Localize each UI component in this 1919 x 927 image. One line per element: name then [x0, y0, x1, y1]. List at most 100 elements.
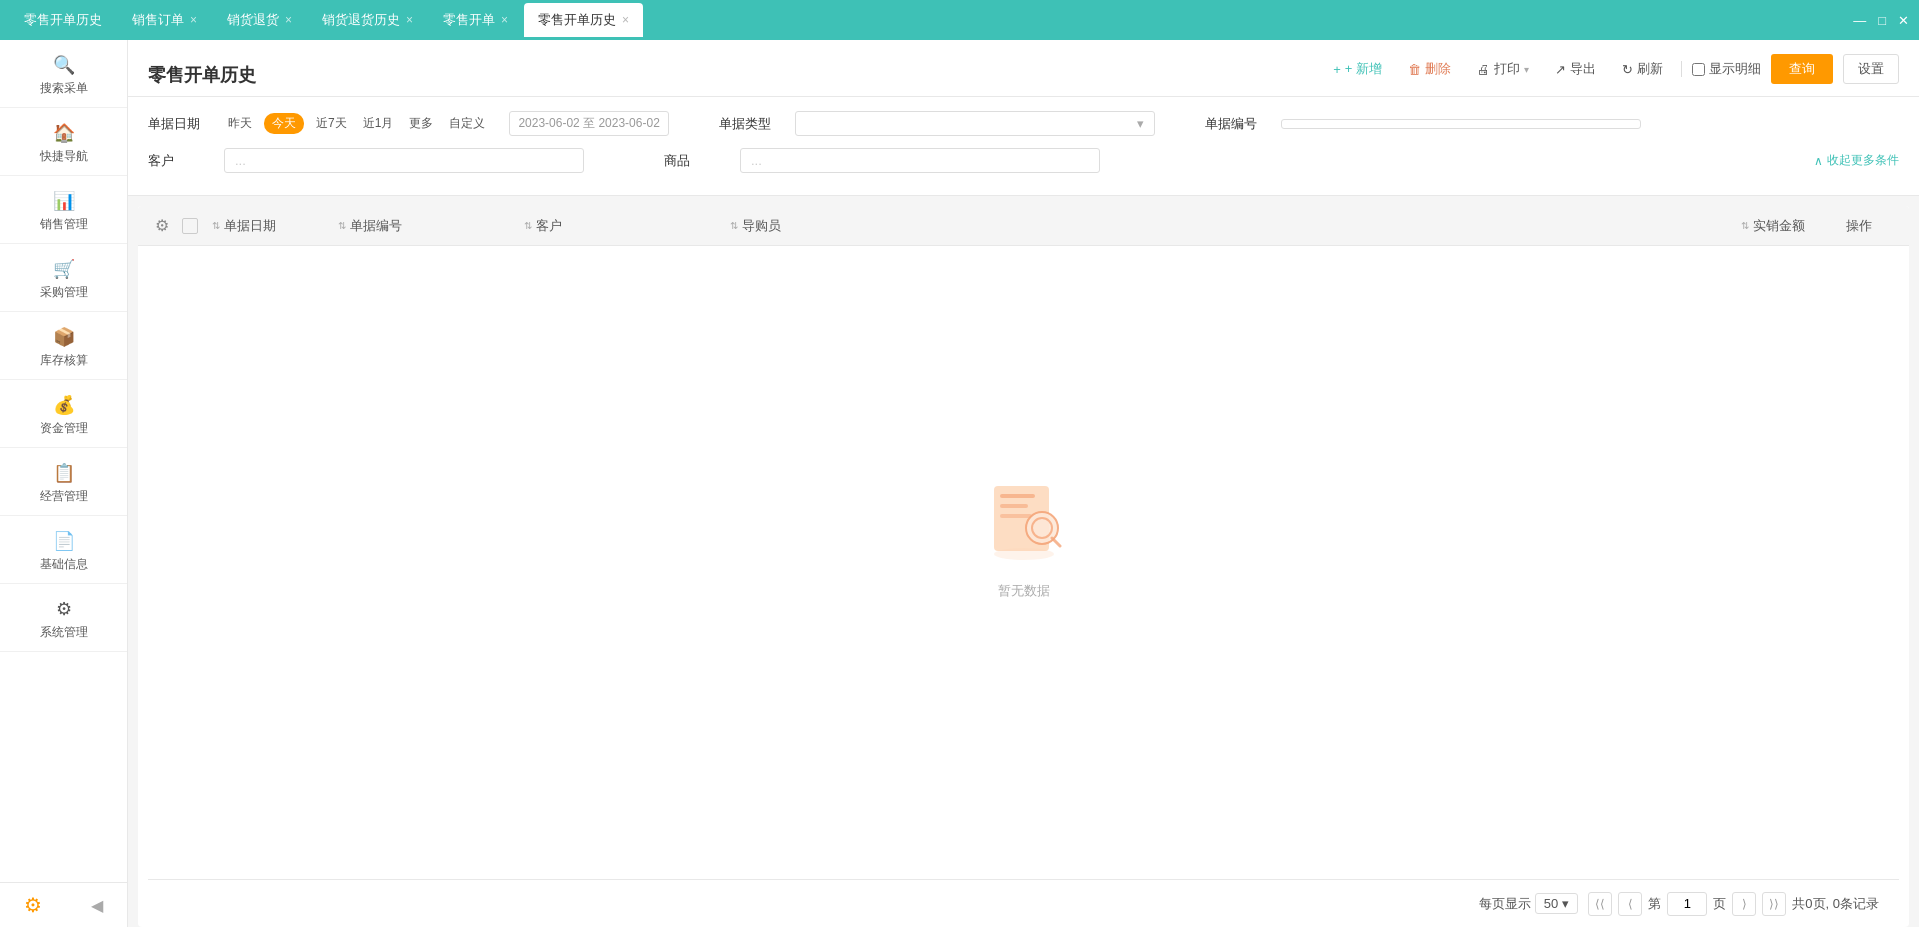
num-input[interactable]: [1281, 119, 1641, 129]
date-range-input[interactable]: 2023-06-02 至 2023-06-02: [509, 111, 668, 136]
purchase-icon: 🛒: [53, 258, 75, 280]
collapse-button[interactable]: ∧ 收起更多条件: [1814, 152, 1899, 169]
th-amount-label: 实销金额: [1753, 217, 1805, 235]
display-detail-toggle[interactable]: 显示明细: [1692, 60, 1761, 78]
th-customer[interactable]: ⇅ 客户: [516, 217, 716, 235]
empty-text: 暂无数据: [998, 582, 1050, 600]
date-label: 单据日期: [148, 115, 204, 133]
sidebar-item-system-label: 系统管理: [40, 624, 88, 641]
select-all-checkbox[interactable]: [182, 218, 198, 234]
print-button[interactable]: 🖨 打印 ▾: [1469, 56, 1537, 82]
sidebar-item-finance[interactable]: 💰 资金管理: [0, 380, 127, 448]
svg-line-7: [1052, 538, 1060, 546]
sidebar-item-inventory[interactable]: 📦 库存核算: [0, 312, 127, 380]
tab-retail[interactable]: 零售开单 ×: [429, 3, 522, 37]
setting-button[interactable]: 设置: [1843, 54, 1899, 84]
svg-rect-2: [1000, 494, 1035, 498]
tab-bar: 零售开单历史 销售订单 × 销货退货 × 销货退货历史 × 零售开单 × 零售开…: [10, 3, 1853, 37]
sort-icon-num: ⇅: [338, 220, 346, 231]
tab-return-close[interactable]: ×: [285, 13, 292, 27]
tab-sales-order-close[interactable]: ×: [190, 13, 197, 27]
tab-sales-order[interactable]: 销售订单 ×: [118, 3, 211, 37]
column-settings-button[interactable]: ⚙: [148, 212, 176, 240]
svg-rect-4: [1000, 514, 1032, 518]
sidebar-collapse-icon[interactable]: ◀: [91, 896, 103, 915]
date-option-today[interactable]: 今天: [264, 113, 304, 134]
close-button[interactable]: ✕: [1898, 13, 1909, 28]
table-wrapper: ⚙ ⇅ 单据日期 ⇅ 单据编号 ⇅ 客户 ⇅ 导购员: [138, 206, 1909, 927]
tab-return[interactable]: 销货退货 ×: [213, 3, 306, 37]
page-label-prefix: 第: [1648, 895, 1661, 913]
date-option-more[interactable]: 更多: [405, 113, 437, 134]
display-detail-label: 显示明细: [1709, 60, 1761, 78]
sidebar-item-system[interactable]: ⚙ 系统管理: [0, 584, 127, 652]
toolbar-divider: [1681, 61, 1682, 77]
th-date[interactable]: ⇅ 单据日期: [204, 217, 324, 235]
per-page-label: 每页显示: [1479, 895, 1531, 913]
print-icon: 🖨: [1477, 62, 1490, 77]
next-page-button[interactable]: ⟩: [1732, 892, 1756, 916]
sidebar-item-sales[interactable]: 📊 销售管理: [0, 176, 127, 244]
maximize-button[interactable]: □: [1878, 13, 1886, 28]
total-info: 共0页, 0条记录: [1792, 895, 1879, 913]
first-page-button[interactable]: ⟨⟨: [1588, 892, 1612, 916]
filter-row-2: 客户 ... 商品 ... ∧ 收起更多条件: [148, 148, 1899, 173]
sidebar-item-nav[interactable]: 🏠 快捷导航: [0, 108, 127, 176]
type-label: 单据类型: [719, 115, 775, 133]
sidebar-item-search-label: 搜索采单: [40, 80, 88, 97]
th-amount[interactable]: ⇅ 实销金额: [1693, 217, 1813, 235]
sort-icon: ⇅: [212, 220, 220, 231]
tab-sales-order-label: 销售订单: [132, 11, 184, 29]
refresh-label: 刷新: [1637, 60, 1663, 78]
tab-retail-history-close[interactable]: ×: [622, 13, 629, 27]
tab-return-history-close[interactable]: ×: [406, 13, 413, 27]
add-icon: +: [1333, 62, 1341, 77]
delete-label: 删除: [1425, 60, 1451, 78]
type-select[interactable]: ▾: [795, 111, 1155, 136]
last-page-button[interactable]: ⟩⟩: [1762, 892, 1786, 916]
goods-input[interactable]: ...: [740, 148, 1100, 173]
sidebar-item-search[interactable]: 🔍 搜索采单: [0, 40, 127, 108]
current-page-input[interactable]: [1667, 892, 1707, 916]
prev-page-button[interactable]: ⟨: [1618, 892, 1642, 916]
th-action: 操作: [1819, 217, 1899, 235]
tab-return-label: 销货退货: [227, 11, 279, 29]
tab-home[interactable]: 零售开单历史: [10, 3, 116, 37]
date-range-value: 2023-06-02 至 2023-06-02: [518, 116, 659, 130]
sidebar-item-purchase[interactable]: 🛒 采购管理: [0, 244, 127, 312]
refresh-button[interactable]: ↻ 刷新: [1614, 56, 1671, 82]
th-guide[interactable]: ⇅ 导购员: [722, 217, 842, 235]
page-size-select: 每页显示 50 ▾: [1479, 893, 1578, 914]
date-option-7days[interactable]: 近7天: [312, 113, 351, 134]
minimize-button[interactable]: —: [1853, 13, 1866, 28]
tab-retail-history-label: 零售开单历史: [538, 11, 616, 29]
delete-icon: 🗑: [1408, 62, 1421, 77]
page-size-dropdown[interactable]: 50 ▾: [1535, 893, 1578, 914]
export-button[interactable]: ↗ 导出: [1547, 56, 1604, 82]
delete-button[interactable]: 🗑 删除: [1400, 56, 1459, 82]
tab-retail-history[interactable]: 零售开单历史 ×: [524, 3, 643, 37]
customer-input[interactable]: ...: [224, 148, 584, 173]
date-option-yesterday[interactable]: 昨天: [224, 113, 256, 134]
page-size-arrow-icon: ▾: [1562, 896, 1569, 911]
goods-placeholder: ...: [751, 153, 762, 168]
tab-retail-close[interactable]: ×: [501, 13, 508, 27]
sidebar-item-sales-label: 销售管理: [40, 216, 88, 233]
add-button[interactable]: + + 新增: [1325, 56, 1390, 82]
date-option-1month[interactable]: 近1月: [359, 113, 398, 134]
tab-return-history[interactable]: 销货退货历史 ×: [308, 3, 427, 37]
query-button[interactable]: 查询: [1771, 54, 1833, 84]
sort-icon-customer: ⇅: [524, 220, 532, 231]
th-num[interactable]: ⇅ 单据编号: [330, 217, 510, 235]
sidebar-settings-icon[interactable]: ⚙: [24, 893, 42, 917]
date-option-custom[interactable]: 自定义: [445, 113, 489, 134]
sidebar-item-basic-info[interactable]: 📄 基础信息: [0, 516, 127, 584]
customer-placeholder: ...: [235, 153, 246, 168]
sidebar-item-operations[interactable]: 📋 经营管理: [0, 448, 127, 516]
date-options: 昨天 今天 近7天 近1月 更多 自定义: [224, 113, 489, 134]
display-detail-checkbox[interactable]: [1692, 63, 1705, 76]
sort-icon-guide: ⇅: [730, 220, 738, 231]
goods-label: 商品: [664, 152, 720, 170]
home-icon: 🏠: [53, 122, 75, 144]
refresh-icon: ↻: [1622, 62, 1633, 77]
